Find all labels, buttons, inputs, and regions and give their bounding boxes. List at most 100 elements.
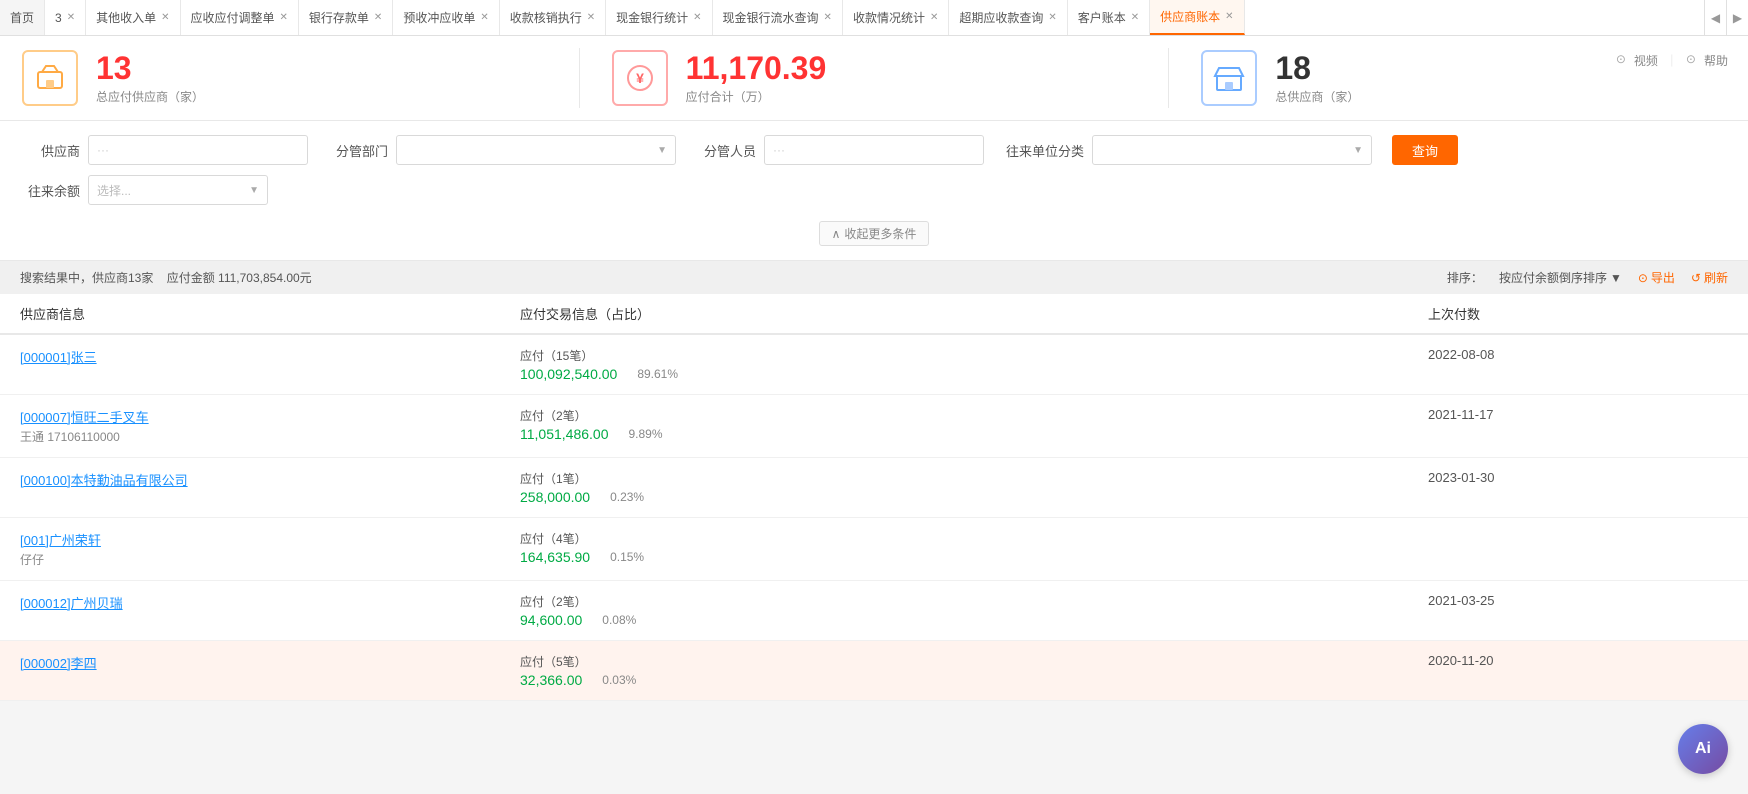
last-pay-date-5: 2021-03-25 — [1428, 593, 1495, 608]
supplier-icon — [22, 50, 78, 106]
table-row: [000007]恒旺二手叉车 王通 17106110000 应付（2笔） 11,… — [0, 395, 1748, 458]
export-button[interactable]: ⊙ 导出 — [1638, 269, 1675, 286]
sort-label: 排序： — [1447, 269, 1483, 286]
dept-input[interactable]: ▼ — [396, 135, 676, 165]
col-header-trans: 应付交易信息（占比） — [520, 304, 1428, 323]
filter-category-label: 往来单位分类 — [1004, 141, 1084, 160]
person-input[interactable]: ··· — [764, 135, 984, 165]
last-pay-date-3: 2023-01-30 — [1428, 470, 1495, 485]
nav-tab-overdue-ar[interactable]: 超期应收款查询 ✕ — [949, 0, 1067, 35]
nav-tab-3[interactable]: 3 ✕ — [45, 0, 86, 35]
close-icon-customer-ledger[interactable]: ✕ — [1131, 12, 1139, 23]
supplier-info-3: [000100]本特勤油品有限公司 — [20, 470, 520, 489]
stat3-icon — [1199, 48, 1259, 108]
nav-tab-supplier-ledger[interactable]: 供应商账本 ✕ — [1150, 0, 1244, 35]
supplier-sub-2: 王通 17106110000 — [20, 428, 520, 445]
nav-left-arrow[interactable]: ◀ — [1704, 0, 1726, 36]
close-icon-receipt-stat[interactable]: ✕ — [930, 12, 938, 23]
supplier-link-4[interactable]: [001]广州荣轩 — [20, 530, 520, 549]
play-icon: ⊙ — [1616, 52, 1626, 69]
supplier-input[interactable]: ··· — [88, 135, 308, 165]
trans-label-6: 应付（5笔） — [520, 653, 1428, 670]
trans-label-3: 应付（1笔） — [520, 470, 1428, 487]
help-link[interactable]: 帮助 — [1704, 52, 1728, 69]
trans-amount-5[interactable]: 94,600.00 — [520, 612, 582, 628]
nav-tab-other-income[interactable]: 其他收入单 ✕ — [86, 0, 180, 35]
trans-info-5: 应付（2笔） 94,600.00 0.08% — [520, 593, 1428, 628]
last-pay-date-2: 2021-11-17 — [1428, 407, 1494, 422]
supplier-input-dots: ··· — [97, 143, 109, 157]
trans-row-1: 100,092,540.00 89.61% — [520, 366, 1428, 382]
close-icon-overdue-ar[interactable]: ✕ — [1048, 12, 1056, 23]
query-button[interactable]: 查询 — [1392, 135, 1458, 165]
supplier-info-4: [001]广州荣轩 仔仔 — [20, 530, 520, 568]
trans-amount-3[interactable]: 258,000.00 — [520, 489, 590, 505]
col-header-lastpay: 上次付数 — [1428, 304, 1728, 323]
stat-divider-1 — [579, 48, 580, 108]
nav-tab-receipt-verify[interactable]: 收款核销执行 ✕ — [500, 0, 606, 35]
nav-tab-customer-ledger[interactable]: 客户账本 ✕ — [1068, 0, 1150, 35]
ai-assistant-button[interactable]: Ai — [1678, 724, 1728, 774]
balance-input[interactable]: 选择... ▼ — [88, 175, 268, 205]
filter-balance-label: 往来余额 — [20, 181, 80, 200]
trans-info-3: 应付（1笔） 258,000.00 0.23% — [520, 470, 1428, 505]
supplier-link-6[interactable]: [000002]李四 — [20, 653, 520, 672]
trans-percent-2: 9.89% — [629, 427, 663, 441]
trans-percent-3: 0.23% — [610, 490, 644, 504]
trans-amount-6[interactable]: 32,366.00 — [520, 672, 582, 688]
supplier-link-1[interactable]: [000001]张三 — [20, 347, 520, 366]
stat1-number: 13 — [96, 52, 204, 84]
close-icon-receipt-verify[interactable]: ✕ — [587, 12, 595, 23]
close-icon-cash-flow-query[interactable]: ✕ — [824, 12, 832, 23]
nav-tab-supplier-ledger-label: 供应商账本 — [1160, 8, 1220, 25]
nav-tab-prepay-offset[interactable]: 预收冲应收单 ✕ — [393, 0, 499, 35]
nav-tab-receipt-stat[interactable]: 收款情况统计 ✕ — [843, 0, 949, 35]
close-icon-bank-deposit[interactable]: ✕ — [374, 12, 382, 23]
stats-bar: 13 总应付供应商（家） ¥ 11,170.39 应付合计（万） — [0, 36, 1748, 121]
nav-tab-ar-ap-adjust[interactable]: 应收应付调整单 ✕ — [181, 0, 299, 35]
dept-dropdown-icon: ▼ — [657, 145, 667, 156]
nav-tab-cash-flow-query-label: 现金银行流水查询 — [723, 9, 819, 26]
result-summary: 搜索结果中，供应商13家 应付金额 111,703,854.00元 — [20, 269, 312, 286]
trans-amount-4[interactable]: 164,635.90 — [520, 549, 590, 565]
payable-icon: ¥ — [612, 50, 668, 106]
nav-tab-ar-ap-adjust-label: 应收应付调整单 — [191, 9, 275, 26]
table-row: [000100]本特勤油品有限公司 应付（1笔） 258,000.00 0.23… — [0, 458, 1748, 518]
table-row: [001]广州荣轩 仔仔 应付（4笔） 164,635.90 0.15% — [0, 518, 1748, 581]
stat-payable-total: ¥ 11,170.39 应付合计（万） — [610, 48, 1139, 108]
filter-category: 往来单位分类 ▼ — [1004, 135, 1372, 165]
close-icon-cash-bank-stat[interactable]: ✕ — [693, 12, 701, 23]
collapse-button[interactable]: ∧ 收起更多条件 — [819, 221, 930, 246]
supplier-info-5: [000012]广州贝瑞 — [20, 593, 520, 612]
supplier-link-5[interactable]: [000012]广州贝瑞 — [20, 593, 520, 612]
refresh-button[interactable]: ↺ 刷新 — [1691, 269, 1728, 286]
nav-tab-home[interactable]: 首页 — [0, 0, 45, 35]
trans-amount-2[interactable]: 11,051,486.00 — [520, 426, 609, 442]
trans-amount-1[interactable]: 100,092,540.00 — [520, 366, 617, 382]
close-icon-prepay-offset[interactable]: ✕ — [480, 12, 488, 23]
search-result-text: 搜索结果中，供应商13家 — [20, 271, 153, 285]
stat2-label: 应付合计（万） — [686, 88, 827, 105]
nav-tab-3-close[interactable]: ✕ — [67, 12, 75, 23]
trans-percent-6: 0.03% — [602, 673, 636, 687]
export-label: 导出 — [1651, 269, 1675, 286]
video-link[interactable]: 视频 — [1634, 52, 1658, 69]
supplier-link-2[interactable]: [000007]恒旺二手叉车 — [20, 407, 520, 426]
nav-tab-cash-bank-stat[interactable]: 现金银行统计 ✕ — [606, 0, 712, 35]
filter-person-label: 分管人员 — [696, 141, 756, 160]
refresh-icon: ↺ — [1691, 271, 1701, 285]
close-icon-other-income[interactable]: ✕ — [161, 12, 169, 23]
nav-tab-cash-flow-query[interactable]: 现金银行流水查询 ✕ — [713, 0, 843, 35]
nav-tab-bank-deposit[interactable]: 银行存款单 ✕ — [299, 0, 393, 35]
table-header: 供应商信息 应付交易信息（占比） 上次付数 — [0, 294, 1748, 335]
filter-row-1: 供应商 ··· 分管部门 ▼ 分管人员 ··· 往来单位分类 ▼ — [20, 135, 1728, 165]
nav-right-arrow[interactable]: ▶ — [1726, 0, 1748, 36]
close-icon-ar-ap-adjust[interactable]: ✕ — [280, 12, 288, 23]
sort-select[interactable]: 按应付余额倒序排序 ▼ — [1499, 269, 1622, 286]
close-icon-supplier-ledger[interactable]: ✕ — [1225, 11, 1233, 22]
filter-supplier-label: 供应商 — [20, 141, 80, 160]
chevron-up-icon: ∧ — [832, 227, 841, 241]
trans-label-4: 应付（4笔） — [520, 530, 1428, 547]
category-input[interactable]: ▼ — [1092, 135, 1372, 165]
supplier-link-3[interactable]: [000100]本特勤油品有限公司 — [20, 470, 520, 489]
